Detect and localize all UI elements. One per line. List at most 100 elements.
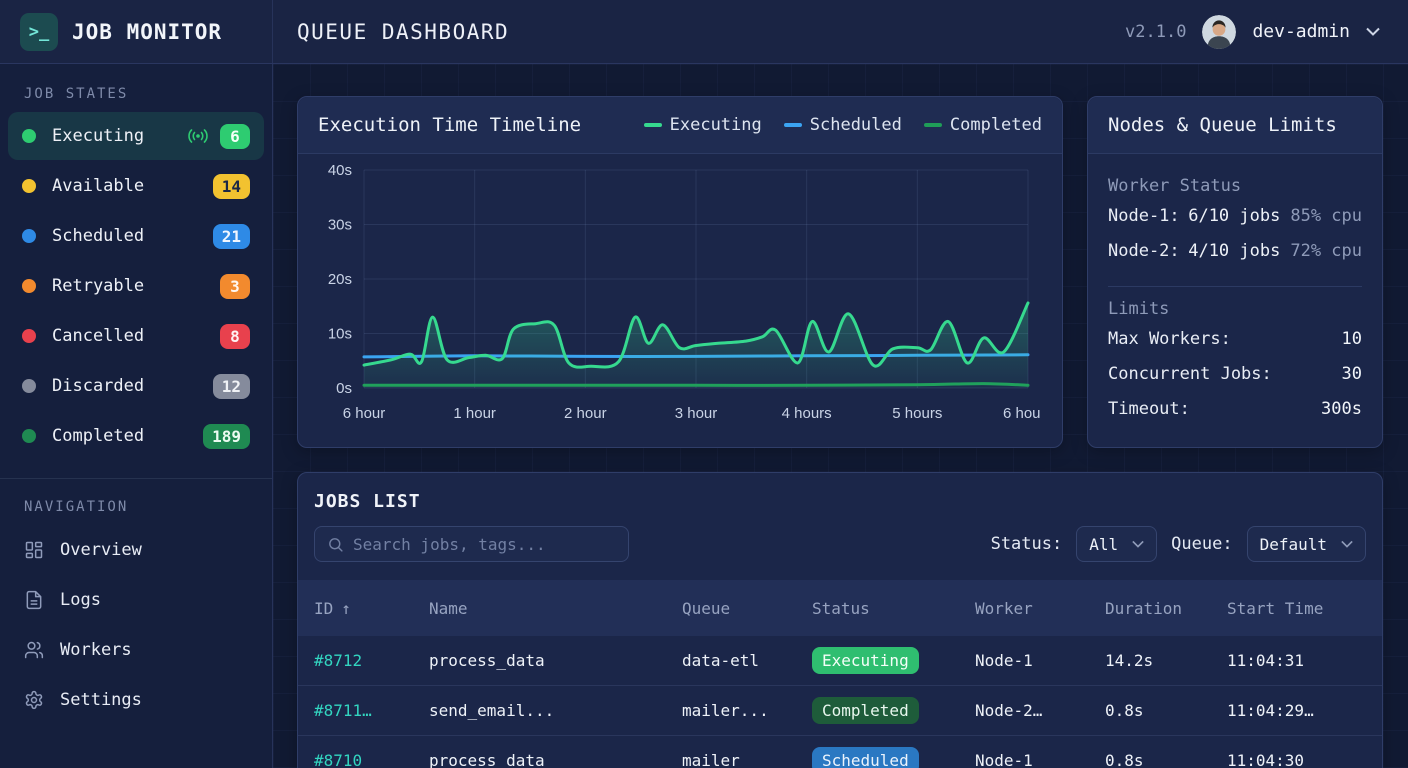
legend-item[interactable]: Completed (923, 115, 1042, 135)
sidebar-state-item[interactable]: Scheduled 21 (8, 212, 264, 260)
sidebar-item-workers[interactable]: Workers (0, 625, 272, 675)
nav-label: Overview (60, 540, 142, 560)
table-row[interactable]: #8711… send_email... mailer... Completed… (298, 686, 1382, 736)
node-cpu: 85% cpu (1290, 206, 1362, 226)
svg-text:4 hours: 4 hours (782, 405, 832, 422)
job-worker: Node-1 (975, 651, 1033, 670)
nav-label: Workers (60, 640, 132, 660)
nodes-card-title: Nodes & Queue Limits (1108, 114, 1337, 136)
svg-text:10s: 10s (328, 326, 352, 343)
column-duration[interactable]: Duration (1105, 599, 1227, 618)
job-worker: Node-2… (975, 701, 1043, 720)
job-id-link[interactable]: #8712 (314, 651, 429, 670)
sidebar-state-item[interactable]: Available 14 (8, 162, 264, 210)
status-filter-label: Status: (990, 534, 1063, 554)
limit-row: Max Workers: 10 (1108, 329, 1362, 364)
chevron-down-icon (1341, 540, 1353, 548)
main-content: Execution Time Timeline Executing Schedu… (273, 64, 1408, 768)
dashboard-grid-icon (25, 541, 43, 559)
job-name: process_data (429, 651, 545, 670)
column-queue[interactable]: Queue (682, 599, 812, 618)
job-start-time: 11:04:30 (1227, 751, 1305, 768)
state-label: Completed (52, 426, 145, 446)
column-worker[interactable]: Worker (975, 599, 1105, 618)
state-count-badge: 189 (203, 423, 250, 449)
svg-text:30s: 30s (328, 217, 352, 234)
job-duration: 0.8s (1105, 701, 1144, 720)
status-filter-select[interactable]: All (1076, 526, 1158, 562)
avatar[interactable] (1202, 14, 1237, 49)
legend-item[interactable]: Scheduled (783, 115, 902, 135)
limit-label: Concurrent Jobs: (1108, 364, 1272, 384)
state-color-dot (22, 129, 36, 143)
sidebar-state-item[interactable]: Completed 189 (8, 412, 264, 460)
queue-filter-label: Queue: (1171, 534, 1233, 554)
queue-filter-select[interactable]: Default (1246, 526, 1366, 562)
limit-row: Timeout: 300s (1108, 399, 1362, 434)
top-bar: >_ JOB MONITOR QUEUE DASHBOARD v2.1.0 de… (0, 0, 1408, 64)
legend-item[interactable]: Executing (643, 115, 762, 135)
job-duration: 14.2s (1105, 651, 1154, 670)
svg-text:0s: 0s (336, 380, 352, 397)
svg-text:40s: 40s (328, 162, 352, 179)
nav-label: Settings (60, 690, 142, 710)
limit-value: 10 (1341, 329, 1362, 349)
job-queue: mailer (682, 751, 740, 768)
chart-title: Execution Time Timeline (318, 114, 582, 136)
job-id-link[interactable]: #8711… (314, 701, 429, 720)
state-color-dot (22, 329, 36, 343)
search-input[interactable] (353, 534, 616, 554)
state-count-badge: 6 (220, 123, 250, 149)
search-box[interactable] (314, 526, 629, 562)
state-label: Discarded (52, 376, 145, 396)
chevron-down-icon[interactable] (1366, 27, 1380, 36)
node-status-row: Node-2: 4/10 jobs 72% cpu (1108, 241, 1362, 276)
legend-label: Scheduled (809, 115, 902, 135)
jobs-list-card: JOBS LIST Status: All Queue: Default (297, 472, 1383, 768)
users-icon (24, 641, 44, 659)
state-count-badge: 12 (212, 373, 250, 399)
sidebar-item-overview[interactable]: Overview (0, 525, 272, 575)
sort-arrow-icon[interactable]: ↑ (341, 599, 351, 618)
page-title: QUEUE DASHBOARD (297, 19, 510, 44)
sidebar-item-settings[interactable]: Settings (0, 675, 272, 725)
limit-value: 30 (1341, 364, 1362, 384)
state-label: Cancelled (52, 326, 145, 346)
column-name[interactable]: Name (429, 599, 682, 618)
gear-icon (25, 690, 43, 710)
job-id-link[interactable]: #8710 (314, 751, 429, 768)
svg-text:2 hour: 2 hour (564, 405, 607, 422)
job-start-time: 11:04:29… (1227, 701, 1314, 720)
job-name: process_data (429, 751, 545, 768)
version-label: v2.1.0 (1125, 21, 1187, 42)
column-start-time[interactable]: Start Time (1227, 599, 1366, 618)
sidebar-state-item[interactable]: Retryable 3 (8, 262, 264, 310)
state-label: Available (52, 176, 145, 196)
limit-row: Concurrent Jobs: 30 (1108, 364, 1362, 399)
table-row[interactable]: #8710 process_data mailer Scheduled Node… (298, 736, 1382, 768)
job-duration: 0.8s (1105, 751, 1144, 768)
state-label: Scheduled (52, 226, 145, 246)
job-start-time: 11:04:31 (1227, 651, 1305, 670)
chevron-down-icon (1132, 540, 1144, 548)
state-label: Executing (52, 126, 145, 146)
user-menu[interactable]: dev-admin (1252, 21, 1350, 42)
job-name: send_email... (429, 701, 555, 720)
table-row[interactable]: #8712 process_data data-etl Executing No… (298, 636, 1382, 686)
state-color-dot (22, 429, 36, 443)
node-status-row: Node-1: 6/10 jobs 85% cpu (1108, 206, 1362, 241)
worker-status-label: Worker Status (1108, 176, 1242, 196)
column-status[interactable]: Status (812, 599, 975, 618)
state-label: Retryable (52, 276, 145, 296)
svg-text:1 hour: 1 hour (453, 405, 496, 422)
column-id[interactable]: ID ↑ (314, 599, 429, 618)
sidebar-state-item[interactable]: Executing 6 (8, 112, 264, 160)
sidebar-item-logs[interactable]: Logs (0, 575, 272, 625)
sidebar-state-item[interactable]: Cancelled 8 (8, 312, 264, 360)
svg-text:3 hour: 3 hour (675, 405, 718, 422)
limit-value: 300s (1321, 399, 1362, 419)
nodes-card-divider (1108, 286, 1362, 287)
execution-timeline-card: Execution Time Timeline Executing Schedu… (297, 96, 1063, 448)
sidebar-state-item[interactable]: Discarded 12 (8, 362, 264, 410)
app-brand: >_ JOB MONITOR (0, 0, 273, 63)
